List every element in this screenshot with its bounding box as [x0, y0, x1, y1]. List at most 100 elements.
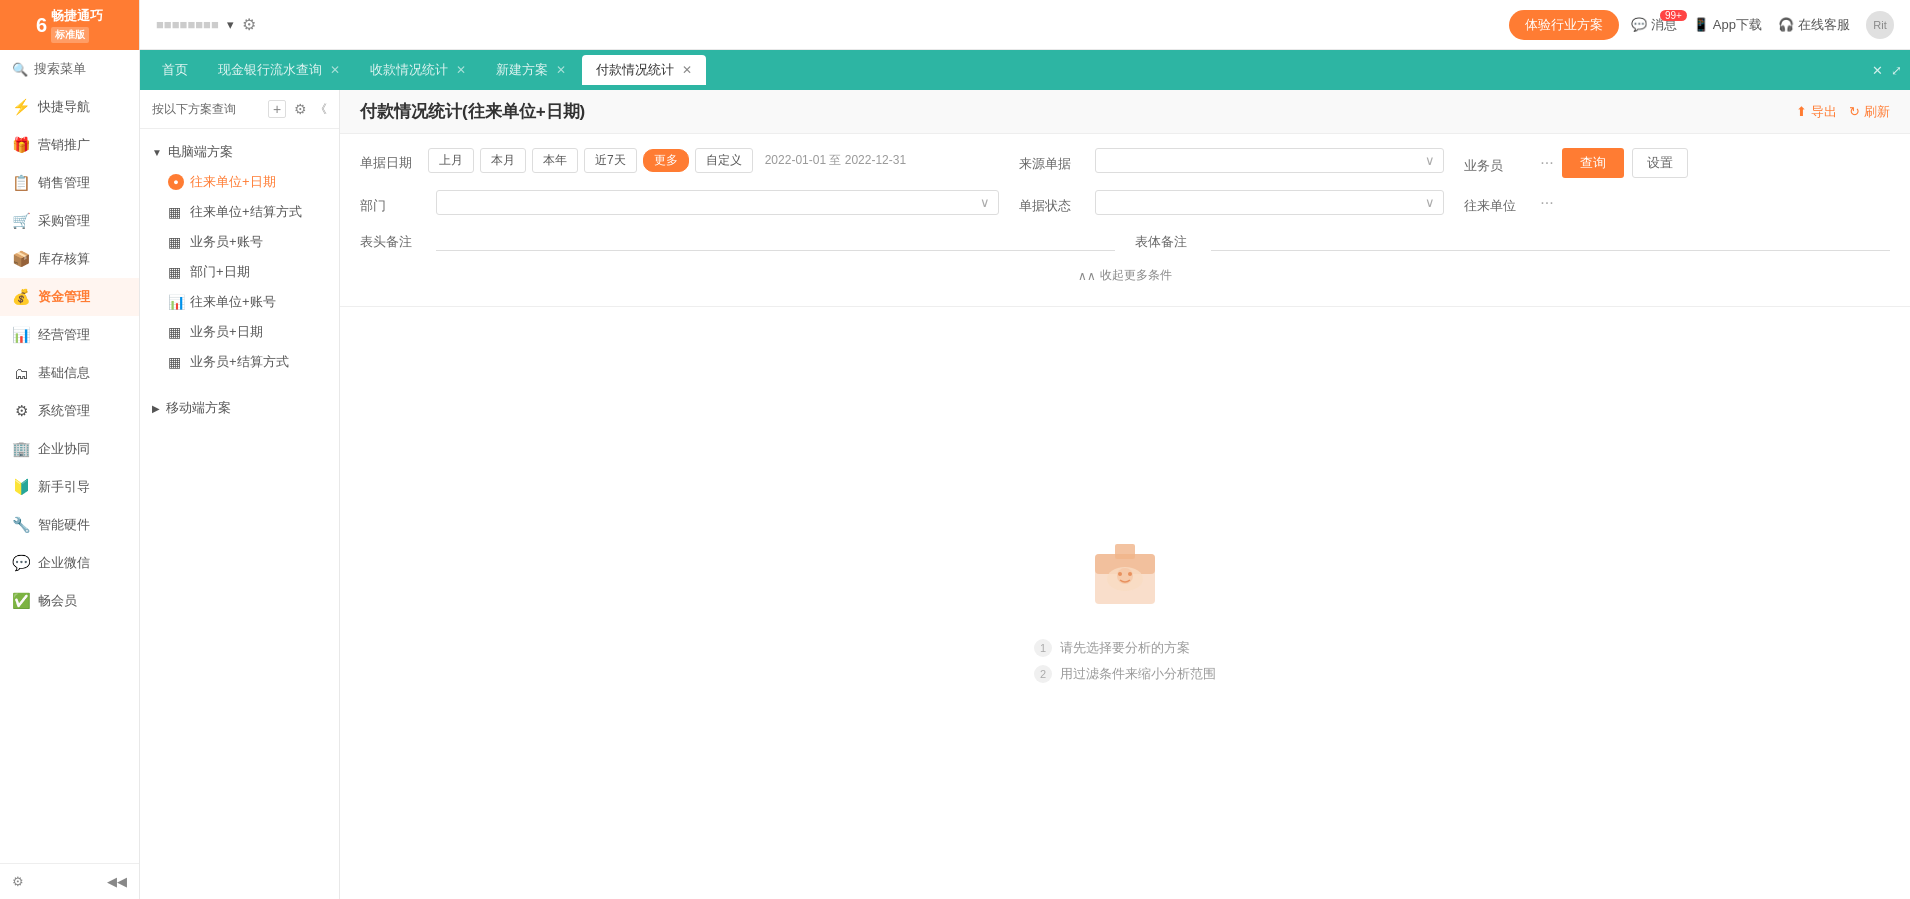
add-plan-icon[interactable]: +	[268, 100, 286, 118]
left-item-partner-account[interactable]: 📊 往来单位+账号	[140, 287, 339, 317]
tab-home[interactable]: 首页	[148, 55, 202, 85]
left-item-staff-settle[interactable]: ▦ 业务员+结算方式	[140, 347, 339, 377]
dept-label: 部门	[360, 191, 428, 215]
date-btn-custom[interactable]: 自定义	[695, 148, 753, 173]
source-select[interactable]: ∨	[1095, 148, 1445, 173]
settings-plan-icon[interactable]: ⚙	[294, 101, 307, 117]
topbar-gear-icon[interactable]: ⚙	[242, 15, 256, 34]
mobile-plans-category[interactable]: ▶ 移动端方案	[140, 393, 339, 423]
partner-label: 往来单位	[1464, 191, 1532, 215]
sidebar-item-sales[interactable]: 📋 销售管理	[0, 164, 139, 202]
body-note-input[interactable]	[1211, 227, 1890, 251]
tab-bank-flow[interactable]: 现金银行流水查询 ✕	[204, 55, 354, 85]
sidebar-item-wechat[interactable]: 💬 企业微信	[0, 544, 139, 582]
date-btn-more[interactable]: 更多	[643, 149, 689, 172]
sidebar-item-capital[interactable]: 💰 资金管理	[0, 278, 139, 316]
pc-plans-section: ▼ 电脑端方案 ● 往来单位+日期 ▦ 往来单位+结算方式 ▦ 业务员+账号 ▦	[140, 129, 339, 385]
left-item-dept-date[interactable]: ▦ 部门+日期	[140, 257, 339, 287]
tab-bank-flow-close[interactable]: ✕	[330, 63, 340, 77]
avatar-text: Rit	[1873, 19, 1886, 31]
sidebar-item-basic[interactable]: 🗂 基础信息	[0, 354, 139, 392]
message-button[interactable]: 💬 消息 99+	[1631, 16, 1677, 34]
staff-dots[interactable]: ···	[1540, 154, 1553, 172]
item-label: 业务员+账号	[190, 233, 263, 251]
left-item-staff-date[interactable]: ▦ 业务员+日期	[140, 317, 339, 347]
staff-label: 业务员	[1464, 151, 1532, 175]
tab-new-plan-label: 新建方案	[496, 61, 548, 79]
collapse-panel-icon[interactable]: 《	[315, 101, 327, 118]
system-icon: ⚙	[12, 402, 30, 420]
refresh-button[interactable]: ↻ 刷新	[1849, 103, 1890, 121]
dept-select[interactable]: ∨	[436, 190, 999, 215]
sidebar-item-purchase[interactable]: 🛒 采购管理	[0, 202, 139, 240]
topbar-right: 💬 消息 99+ 📱 App下载 🎧 在线客服 Rit	[1631, 11, 1894, 39]
app-download-button[interactable]: 📱 App下载	[1693, 16, 1762, 34]
tab-actions: ✕ ⤢	[1872, 63, 1902, 78]
tab-receipt-close[interactable]: ✕	[456, 63, 466, 77]
tab-new-plan-close[interactable]: ✕	[556, 63, 566, 77]
inventory-icon: 📦	[12, 250, 30, 268]
sidebar-item-inventory[interactable]: 📦 库存核算	[0, 240, 139, 278]
partner-dots[interactable]: ···	[1540, 194, 1553, 212]
avatar[interactable]: Rit	[1866, 11, 1894, 39]
message-badge: 99+	[1660, 10, 1687, 21]
search-menu[interactable]: 🔍 搜索菜单	[0, 50, 139, 88]
sidebar-item-system[interactable]: ⚙ 系统管理	[0, 392, 139, 430]
left-item-partner-settle[interactable]: ▦ 往来单位+结算方式	[140, 197, 339, 227]
online-service-button[interactable]: 🎧 在线客服	[1778, 16, 1850, 34]
collapse-icon[interactable]: ◀◀	[107, 874, 127, 889]
topbar-dropdown[interactable]: ▾	[227, 17, 234, 32]
header-note-filter: 表头备注	[360, 227, 1115, 251]
collapse-bar[interactable]: ∧∧ 收起更多条件	[360, 259, 1890, 292]
doc-status-select[interactable]: ∨	[1095, 190, 1445, 215]
tab-bar: 首页 现金银行流水查询 ✕ 收款情况统计 ✕ 新建方案 ✕ 付款情况统计 ✕ ✕…	[140, 50, 1910, 90]
settings-button[interactable]: 设置	[1632, 148, 1688, 178]
enterprise-icon: 🏢	[12, 440, 30, 458]
sidebar-item-hardware[interactable]: 🔧 智能硬件	[0, 506, 139, 544]
sidebar-item-member[interactable]: ✅ 畅会员	[0, 582, 139, 620]
header-note-input[interactable]	[436, 227, 1115, 251]
tab-payment-close[interactable]: ✕	[682, 63, 692, 77]
sidebar-item-label: 资金管理	[38, 288, 90, 306]
date-range: 2022-01-01 至 2022-12-31	[765, 152, 906, 169]
expand-tab-icon[interactable]: ⤢	[1891, 63, 1902, 78]
app-icon: 📱	[1693, 17, 1709, 32]
date-btn-last-7days[interactable]: 近7天	[584, 148, 637, 173]
trial-button[interactable]: 体验行业方案	[1509, 10, 1619, 40]
tab-receipt-stats[interactable]: 收款情况统计 ✕	[356, 55, 480, 85]
date-btn-this-year[interactable]: 本年	[532, 148, 578, 173]
left-panel-icons: + ⚙ 《	[268, 100, 327, 118]
sidebar-item-guide[interactable]: 🔰 新手引导	[0, 468, 139, 506]
settings-icon[interactable]: ⚙	[12, 874, 24, 889]
member-icon: ✅	[12, 592, 30, 610]
staff-filter: 业务员 ··· 查询 设置	[1464, 148, 1890, 178]
sidebar-item-label: 基础信息	[38, 364, 90, 382]
sidebar-item-enterprise[interactable]: 🏢 企业协同	[0, 430, 139, 468]
date-btn-last-month[interactable]: 上月	[428, 148, 474, 173]
export-button[interactable]: ⬆ 导出	[1796, 103, 1837, 121]
close-tab-icon[interactable]: ✕	[1872, 63, 1883, 78]
body-note-label: 表体备注	[1135, 227, 1203, 251]
sidebar-item-operation[interactable]: 📊 经营管理	[0, 316, 139, 354]
sidebar-nav: ⚡ 快捷导航 🎁 营销推广 📋 销售管理 🛒 采购管理 📦 库存核算 💰 资金管…	[0, 88, 139, 863]
left-item-staff-account[interactable]: ▦ 业务员+账号	[140, 227, 339, 257]
content-area: 按以下方案查询 + ⚙ 《 ▼ 电脑端方案 ● 往来单位+日期 ▦	[140, 90, 1910, 899]
tab-new-plan[interactable]: 新建方案 ✕	[482, 55, 580, 85]
tab-payment-stats-label: 付款情况统计	[596, 61, 674, 79]
left-item-partner-date[interactable]: ● 往来单位+日期	[140, 167, 339, 197]
logo-icon: 6	[36, 14, 47, 37]
date-btn-this-month[interactable]: 本月	[480, 148, 526, 173]
svg-point-5	[1118, 572, 1122, 576]
tab-payment-stats[interactable]: 付款情况统计 ✕	[582, 55, 706, 85]
pc-plans-category[interactable]: ▼ 电脑端方案	[140, 137, 339, 167]
filter-row-2: 部门 ∨ 单据状态 ∨ 往来单位 ···	[360, 190, 1890, 215]
svg-point-6	[1128, 572, 1132, 576]
page-header: 付款情况统计(往来单位+日期) ⬆ 导出 ↻ 刷新	[340, 90, 1910, 134]
sidebar-item-marketing[interactable]: 🎁 营销推广	[0, 126, 139, 164]
empty-state: 1 请先选择要分析的方案 2 用过滤条件来缩小分析范围	[340, 307, 1910, 899]
source-label: 来源单据	[1019, 149, 1087, 173]
pc-plans-label: 电脑端方案	[168, 143, 233, 161]
sidebar-item-label: 快捷导航	[38, 98, 90, 116]
query-button[interactable]: 查询	[1562, 148, 1624, 178]
sidebar-item-quick-nav[interactable]: ⚡ 快捷导航	[0, 88, 139, 126]
